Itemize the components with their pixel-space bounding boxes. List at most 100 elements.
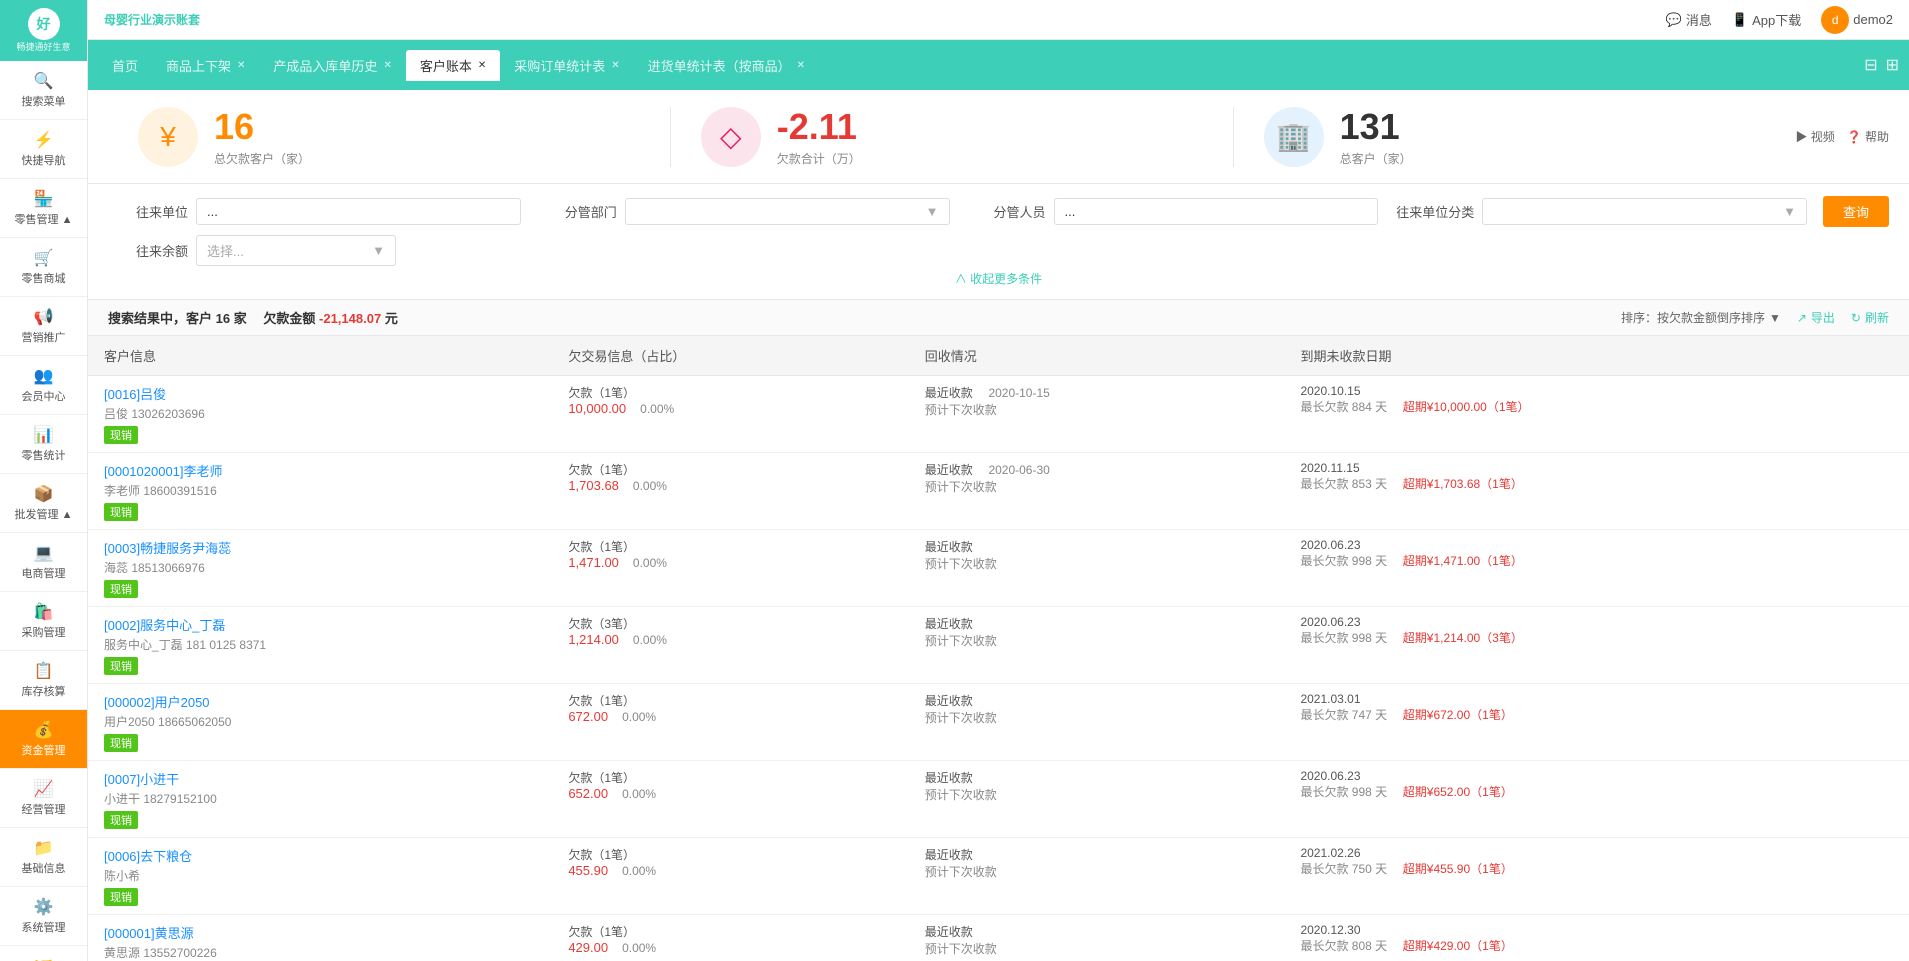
search-button[interactable]: 查询 [1823, 196, 1889, 227]
recovery-row1-3: 最近收款 [925, 615, 1269, 632]
customer-contact-2: 海蕊 18513066976 [104, 559, 536, 576]
customer-name-0[interactable]: [0016]吕俊 [104, 384, 536, 403]
collapse-label: 收起更多条件 [970, 272, 1042, 286]
toolbar-right: 排序：按欠款金额倒序排序 ▼ ↗ 导出 ↻ 刷新 [1621, 309, 1889, 326]
sidebar-item-purchase[interactable]: 🛍️ 采购管理 [0, 592, 87, 651]
debt-info-7: 429.00 0.00% [568, 940, 892, 955]
sidebar-item-search[interactable]: 🔍 搜索菜单 [0, 61, 87, 120]
sidebar-item-enterprise[interactable]: 🤝 企业协同 [0, 946, 87, 961]
sidebar: 好 畅捷通好生意 🔍 搜索菜单 ⚡ 快捷导航 🏪 零售管理 ▲ 🛒 零售商城 📢… [0, 0, 88, 961]
sidebar-item-ecommerce[interactable]: 💻 电商管理 [0, 533, 87, 592]
source-unit-input[interactable]: ... [196, 198, 521, 225]
next-collect-label-5: 预计下次收款 [925, 788, 997, 802]
overdue-link-1[interactable]: 超期¥1,703.68（1笔） [1403, 477, 1523, 491]
minimize-icon[interactable]: ⊟ [1864, 55, 1877, 75]
sidebar-item-inventory[interactable]: 📋 库存核算 [0, 651, 87, 710]
overdue-link-5[interactable]: 超期¥652.00（1笔） [1403, 785, 1513, 799]
customer-name-5[interactable]: [0007]小进干 [104, 769, 536, 788]
customer-name-2[interactable]: [0003]畅捷服务尹海蕊 [104, 538, 536, 557]
cell-overdue-0: 2020.10.15 最长欠款 884 天 超期¥10,000.00（1笔） [1284, 376, 1909, 453]
sidebar-nav: 🔍 搜索菜单 ⚡ 快捷导航 🏪 零售管理 ▲ 🛒 零售商城 📢 营销推广 👥 会… [0, 61, 87, 961]
sort-button[interactable]: 排序：按欠款金额倒序排序 ▼ [1621, 309, 1781, 326]
sidebar-item-finance[interactable]: 💰 资金管理 [0, 710, 87, 769]
tab-close-inbound_stat[interactable]: ✕ [797, 60, 805, 71]
cell-customer-3: [0002]服务中心_丁磊 服务中心_丁磊 181 0125 8371 现销 [88, 607, 552, 684]
customer-name-4[interactable]: [000002]用户2050 [104, 692, 536, 711]
sidebar-item-member[interactable]: 👥 会员中心 [0, 356, 87, 415]
dept-select[interactable]: ▼ [625, 198, 950, 225]
sidebar-item-retail_mgmt[interactable]: 🏪 零售管理 ▲ [0, 179, 87, 238]
debt-amount-6: 455.90 [568, 863, 608, 878]
tab-close-customer_account[interactable]: ✕ [478, 60, 486, 71]
video-help-btn[interactable]: ▶ 视频 [1795, 128, 1834, 145]
collapse-filter-btn[interactable]: ∧ 收起更多条件 [108, 266, 1889, 291]
tab-inbound_stat[interactable]: 进货单统计表（按商品）✕ [634, 50, 819, 81]
debt-count-6: 欠款（1笔） [568, 846, 892, 863]
sidebar-label-ecommerce: 电商管理 [0, 565, 87, 581]
overdue-info-2: 最长欠款 998 天 超期¥1,471.00（1笔） [1300, 552, 1893, 569]
next-collect-label-7: 预计下次收款 [925, 942, 997, 956]
unit-category-select[interactable]: ▼ [1482, 198, 1807, 225]
header-stats: ¥ 16 总欠款客户（家） ◇ -2.11 欠款合计（万） [88, 90, 1909, 184]
customer-name-1[interactable]: [0001020001]李老师 [104, 461, 536, 480]
sidebar-icon-batch_mgmt: 📦 [0, 484, 87, 504]
stat-info-2: -2.11 欠款合计（万） [777, 106, 1203, 167]
tab-purchase_stat[interactable]: 采购订单统计表✕ [500, 50, 633, 81]
table-row: [0001020001]李老师 李老师 18600391516 现销 欠款（1笔… [88, 453, 1909, 530]
user-avatar[interactable]: d demo2 [1821, 6, 1893, 34]
tab-home[interactable]: 首页 [98, 50, 152, 81]
last-collect-label-2: 最近收款 [925, 540, 973, 554]
overdue-link-3[interactable]: 超期¥1,214.00（3笔） [1403, 631, 1523, 645]
last-collect-label-0: 最近收款 [925, 386, 973, 400]
customer-tag-4: 现销 [104, 734, 138, 752]
sidebar-icon-purchase: 🛍️ [0, 602, 87, 622]
customer-contact-3: 服务中心_丁磊 181 0125 8371 [104, 636, 536, 653]
sidebar-item-system[interactable]: ⚙️ 系统管理 [0, 887, 87, 946]
tab-close-purchase_stat[interactable]: ✕ [611, 60, 619, 71]
sidebar-item-batch_mgmt[interactable]: 📦 批发管理 ▲ [0, 474, 87, 533]
maximize-icon[interactable]: ⊞ [1886, 55, 1899, 75]
overdue-link-6[interactable]: 超期¥455.90（1笔） [1403, 862, 1513, 876]
sidebar-icon-finance: 💰 [0, 720, 87, 740]
cell-recovery-3: 最近收款 预计下次收款 [909, 607, 1285, 684]
cell-overdue-3: 2020.06.23 最长欠款 998 天 超期¥1,214.00（3笔） [1284, 607, 1909, 684]
sidebar-item-retail_stat[interactable]: 📊 零售统计 [0, 415, 87, 474]
sidebar-icon-system: ⚙️ [0, 897, 87, 917]
sidebar-item-marketing[interactable]: 📢 营销推广 [0, 297, 87, 356]
last-collect-label-1: 最近收款 [925, 463, 973, 477]
customer-tag-2: 现销 [104, 580, 138, 598]
sidebar-icon-member: 👥 [0, 366, 87, 386]
tab-product_history[interactable]: 产成品入库单历史✕ [259, 50, 405, 81]
tab-product_off[interactable]: 商品上下架✕ [152, 50, 259, 81]
customer-name-6[interactable]: [0006]去下粮仓 [104, 846, 536, 865]
tab-customer_account[interactable]: 客户账本✕ [406, 50, 500, 81]
customer-name-7[interactable]: [000001]黄思源 [104, 923, 536, 942]
overdue-date-1: 2020.11.15 [1300, 461, 1893, 475]
message-btn[interactable]: 💬 消息 [1666, 10, 1712, 29]
person-input[interactable]: ... [1054, 198, 1379, 225]
debt-prefix: 欠款金额 [263, 311, 315, 326]
export-button[interactable]: ↗ 导出 [1797, 309, 1835, 326]
last-collect-label-5: 最近收款 [925, 771, 973, 785]
overdue-link-4[interactable]: 超期¥672.00（1笔） [1403, 708, 1513, 722]
sidebar-item-basic[interactable]: 📁 基础信息 [0, 828, 87, 887]
help-btn[interactable]: ❓ 帮助 [1847, 128, 1889, 145]
sidebar-item-quick_nav[interactable]: ⚡ 快捷导航 [0, 120, 87, 179]
dept-arrow-icon: ▼ [926, 204, 939, 219]
tab-close-product_off[interactable]: ✕ [237, 60, 245, 71]
balance-select[interactable]: 选择... ▼ [196, 235, 396, 266]
sidebar-item-ops[interactable]: 📈 经营管理 [0, 769, 87, 828]
overdue-link-2[interactable]: 超期¥1,471.00（1笔） [1403, 554, 1523, 568]
overdue-link-7[interactable]: 超期¥429.00（1笔） [1403, 939, 1513, 953]
overdue-days-6: 最长欠款 750 天 [1300, 862, 1399, 876]
customer-name-3[interactable]: [0002]服务中心_丁磊 [104, 615, 536, 634]
sidebar-label-retail_mgmt: 零售管理 ▲ [0, 211, 87, 227]
refresh-button[interactable]: ↻ 刷新 [1851, 309, 1889, 326]
cell-debt-5: 欠款（1笔） 652.00 0.00% [552, 761, 908, 838]
overdue-link-0[interactable]: 超期¥10,000.00（1笔） [1403, 400, 1530, 414]
sidebar-item-retail_mall[interactable]: 🛒 零售商城 [0, 238, 87, 297]
tab-close-product_history[interactable]: ✕ [383, 60, 391, 71]
app-download-btn[interactable]: 📱 App下载 [1732, 10, 1801, 29]
sort-icon: ▼ [1769, 311, 1781, 325]
source-unit-dots: ... [207, 204, 218, 219]
